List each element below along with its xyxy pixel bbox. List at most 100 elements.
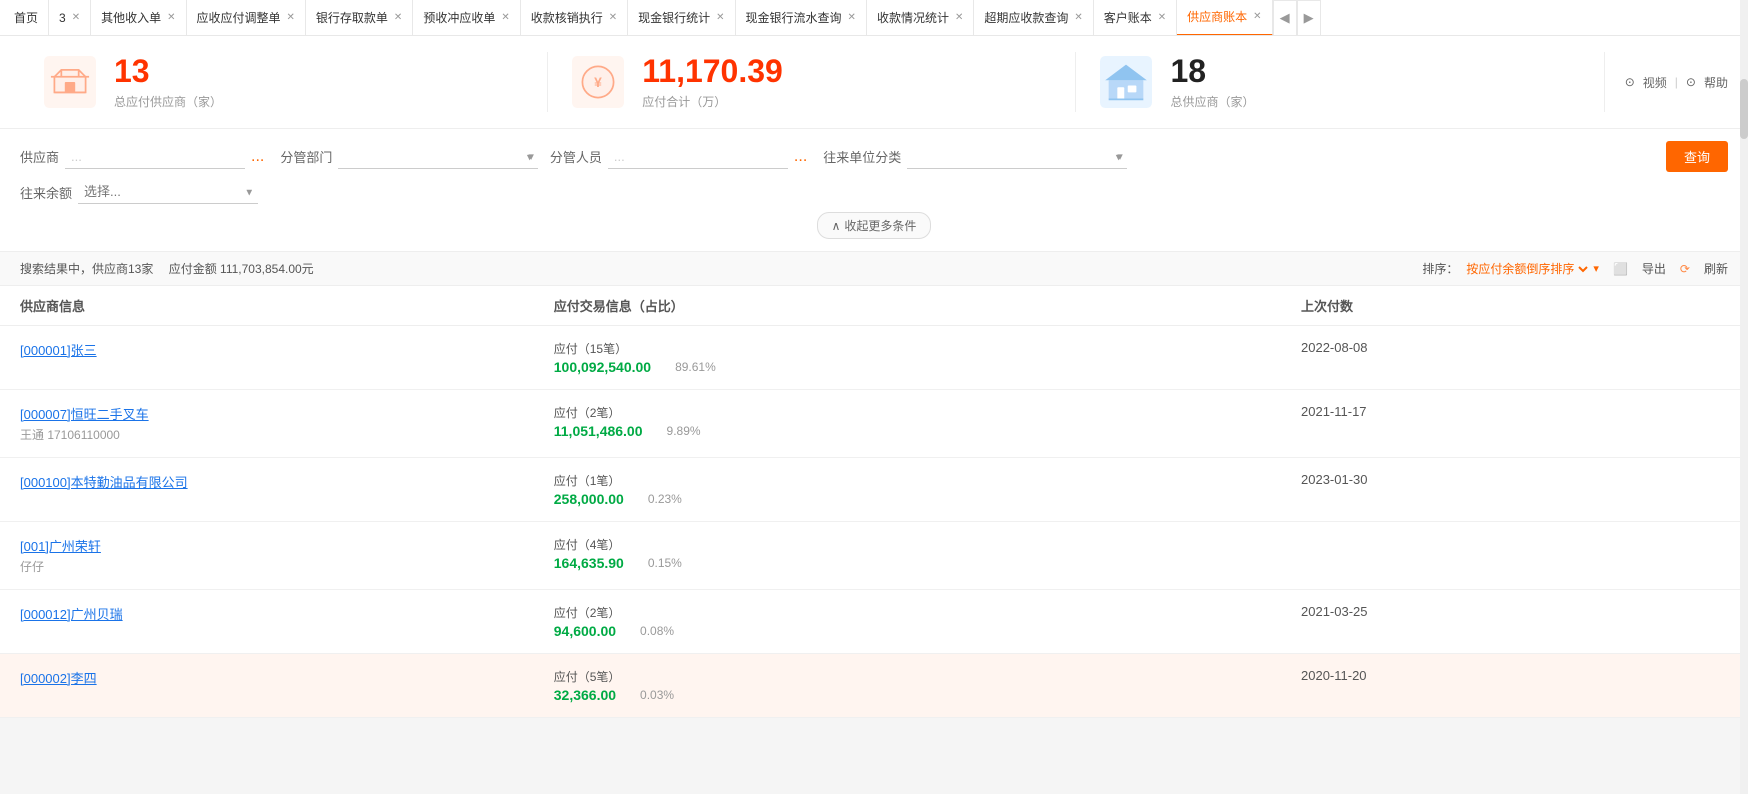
nav-prev-arrow[interactable]: ◀ (1273, 0, 1297, 36)
filter-balance: 往来余额 ▾ (20, 180, 258, 204)
card2-number: 11,170.39 (642, 54, 783, 89)
nav-tab-cash-bank-stat[interactable]: 现金银行统计 ✕ (628, 0, 735, 36)
supplier-name-link[interactable]: [000100]本特勤油品有限公司 (20, 472, 554, 491)
unit-type-select[interactable] (907, 145, 1127, 169)
close-icon[interactable]: ✕ (167, 12, 175, 23)
trans-label: 应付（4笔） (554, 536, 1301, 553)
last-pay-cell: 2022-08-08 (1301, 340, 1728, 355)
close-icon[interactable]: ✕ (1158, 12, 1166, 23)
query-button[interactable]: 查询 (1666, 141, 1728, 172)
close-icon[interactable]: ✕ (1253, 11, 1261, 22)
nav-tab-supplier-ledger[interactable]: 供应商账本 ✕ (1177, 0, 1272, 36)
refresh-icon: ⟳ (1680, 262, 1690, 276)
trans-amount[interactable]: 100,092,540.00 (554, 359, 651, 375)
trans-amount[interactable]: 94,600.00 (554, 623, 616, 639)
supplier-contact: 王通 17106110000 (20, 426, 554, 443)
trans-amount[interactable]: 164,635.90 (554, 555, 624, 571)
collapse-button[interactable]: ∧ 收起更多条件 (817, 212, 932, 239)
header-supplier: 供应商信息 (20, 296, 554, 315)
supplier-icon (40, 52, 100, 112)
nav-tab-3[interactable]: 3 ✕ (49, 0, 91, 36)
table-row: [000001]张三 应付（15笔） 100,092,540.00 89.61%… (0, 326, 1748, 390)
trans-amount[interactable]: 11,051,486.00 (554, 423, 643, 439)
supplier-name-link[interactable]: [000002]李四 (20, 668, 554, 687)
unit-type-label: 往来单位分类 (823, 147, 901, 166)
close-icon[interactable]: ✕ (501, 12, 509, 23)
card1-number: 13 (114, 54, 222, 89)
dept-select[interactable] (338, 145, 538, 169)
card2-content: 11,170.39 应付合计（万） (642, 54, 783, 110)
trans-percent: 9.89% (667, 424, 701, 438)
trans-percent: 0.23% (648, 492, 682, 506)
help-link[interactable]: 帮助 (1704, 74, 1728, 91)
close-icon[interactable]: ✕ (955, 12, 963, 23)
trans-amount[interactable]: 258,000.00 (554, 491, 624, 507)
supplier-more-icon[interactable]: ... (251, 148, 264, 166)
table-row: [000100]本特勤油品有限公司 应付（1笔） 258,000.00 0.23… (0, 458, 1748, 522)
refresh-button[interactable]: 刷新 (1704, 260, 1728, 277)
filter-dept: 分管部门 ▾ (280, 145, 534, 169)
result-actions: 排序： 按应付余额倒序排序 ▾ ⬜ 导出 ⟳ 刷新 (1422, 260, 1728, 277)
last-pay-cell: 2020-11-20 (1301, 668, 1728, 683)
balance-select-wrap: ▾ (78, 180, 258, 204)
nav-tab-collection-stat[interactable]: 收款情况统计 ✕ (867, 0, 974, 36)
card2-label: 应付合计（万） (642, 93, 783, 110)
filter-row-2: 往来余额 ▾ (20, 180, 1728, 204)
nav-tab-bank-deposit[interactable]: 银行存取款单 ✕ (306, 0, 413, 36)
trans-percent: 0.08% (640, 624, 674, 638)
transaction-cell: 应付（4笔） 164,635.90 0.15% (554, 536, 1301, 571)
close-icon[interactable]: ✕ (72, 12, 80, 23)
transaction-cell: 应付（15笔） 100,092,540.00 89.61% (554, 340, 1301, 375)
result-info: 搜索结果中，供应商13家 应付金额 111,703,854.00元 (20, 260, 314, 277)
supplier-input[interactable] (65, 145, 245, 169)
nav-tab-ar-ap-adjust[interactable]: 应收应付调整单 ✕ (187, 0, 306, 36)
trans-label: 应付（2笔） (554, 604, 1301, 621)
supplier-name-link[interactable]: [000007]恒旺二手叉车 (20, 404, 554, 423)
close-icon[interactable]: ✕ (609, 12, 617, 23)
video-link[interactable]: 视频 (1643, 74, 1667, 91)
balance-select[interactable] (78, 180, 258, 204)
dept-filter-label: 分管部门 (280, 147, 332, 166)
scrollbar-thumb[interactable] (1740, 79, 1748, 139)
nav-tab-cash-flow[interactable]: 现金银行流水查询 ✕ (736, 0, 867, 36)
supplier-name-link[interactable]: [000012]广州贝瑞 (20, 604, 554, 623)
nav-tab-home[interactable]: 首页 (4, 0, 49, 36)
chevron-up-icon: ∧ (832, 219, 841, 233)
close-icon[interactable]: ✕ (287, 12, 295, 23)
last-pay-date: 2023-01-30 (1301, 472, 1368, 487)
summary-card-amount: ¥ 11,170.39 应付合计（万） (548, 52, 1076, 112)
nav-tab-overdue[interactable]: 超期应收款查询 ✕ (974, 0, 1093, 36)
header-last-pay: 上次付数 (1301, 296, 1728, 315)
transaction-cell: 应付（5笔） 32,366.00 0.03% (554, 668, 1301, 703)
supplier-cell: [000001]张三 (20, 340, 554, 359)
supplier-name-link[interactable]: [001]广州荣轩 (20, 536, 554, 555)
nav-tab-prepay[interactable]: 预收冲应收单 ✕ (413, 0, 520, 36)
card3-label: 总供应商（家） (1170, 93, 1254, 110)
card3-content: 18 总供应商（家） (1170, 54, 1254, 110)
trans-amount[interactable]: 32,366.00 (554, 687, 616, 703)
nav-tab-other-income[interactable]: 其他收入单 ✕ (91, 0, 186, 36)
nav-tab-collection[interactable]: 收款核销执行 ✕ (521, 0, 628, 36)
nav-tab-customer-ledger[interactable]: 客户账本 ✕ (1094, 0, 1177, 36)
export-button[interactable]: 导出 (1642, 260, 1666, 277)
scrollbar-track[interactable] (1740, 0, 1748, 794)
supplier-name-link[interactable]: [000001]张三 (20, 340, 554, 359)
person-more-icon[interactable]: ... (794, 148, 807, 166)
transaction-cell: 应付（2笔） 94,600.00 0.08% (554, 604, 1301, 639)
person-input[interactable] (608, 145, 788, 169)
close-icon[interactable]: ✕ (394, 12, 402, 23)
card1-label: 总应付供应商（家） (114, 93, 222, 110)
video-icon: ⊙ (1625, 75, 1635, 89)
sort-control: 排序： 按应付余额倒序排序 ▾ (1422, 260, 1599, 277)
close-icon[interactable]: ✕ (1074, 12, 1082, 23)
close-icon[interactable]: ✕ (848, 12, 856, 23)
nav-next-arrow[interactable]: ▶ (1297, 0, 1321, 36)
last-pay-date: 2022-08-08 (1301, 340, 1368, 355)
sort-select[interactable]: 按应付余额倒序排序 (1462, 261, 1591, 277)
filter-unit-type: 往来单位分类 ▾ (823, 145, 1123, 169)
supplier-cell: [000100]本特勤油品有限公司 (20, 472, 554, 491)
trans-label: 应付（15笔） (554, 340, 1301, 357)
export-icon: ⬜ (1613, 262, 1628, 276)
close-icon[interactable]: ✕ (716, 12, 724, 23)
table-row: [001]广州荣轩 仔仔 应付（4笔） 164,635.90 0.15% (0, 522, 1748, 590)
